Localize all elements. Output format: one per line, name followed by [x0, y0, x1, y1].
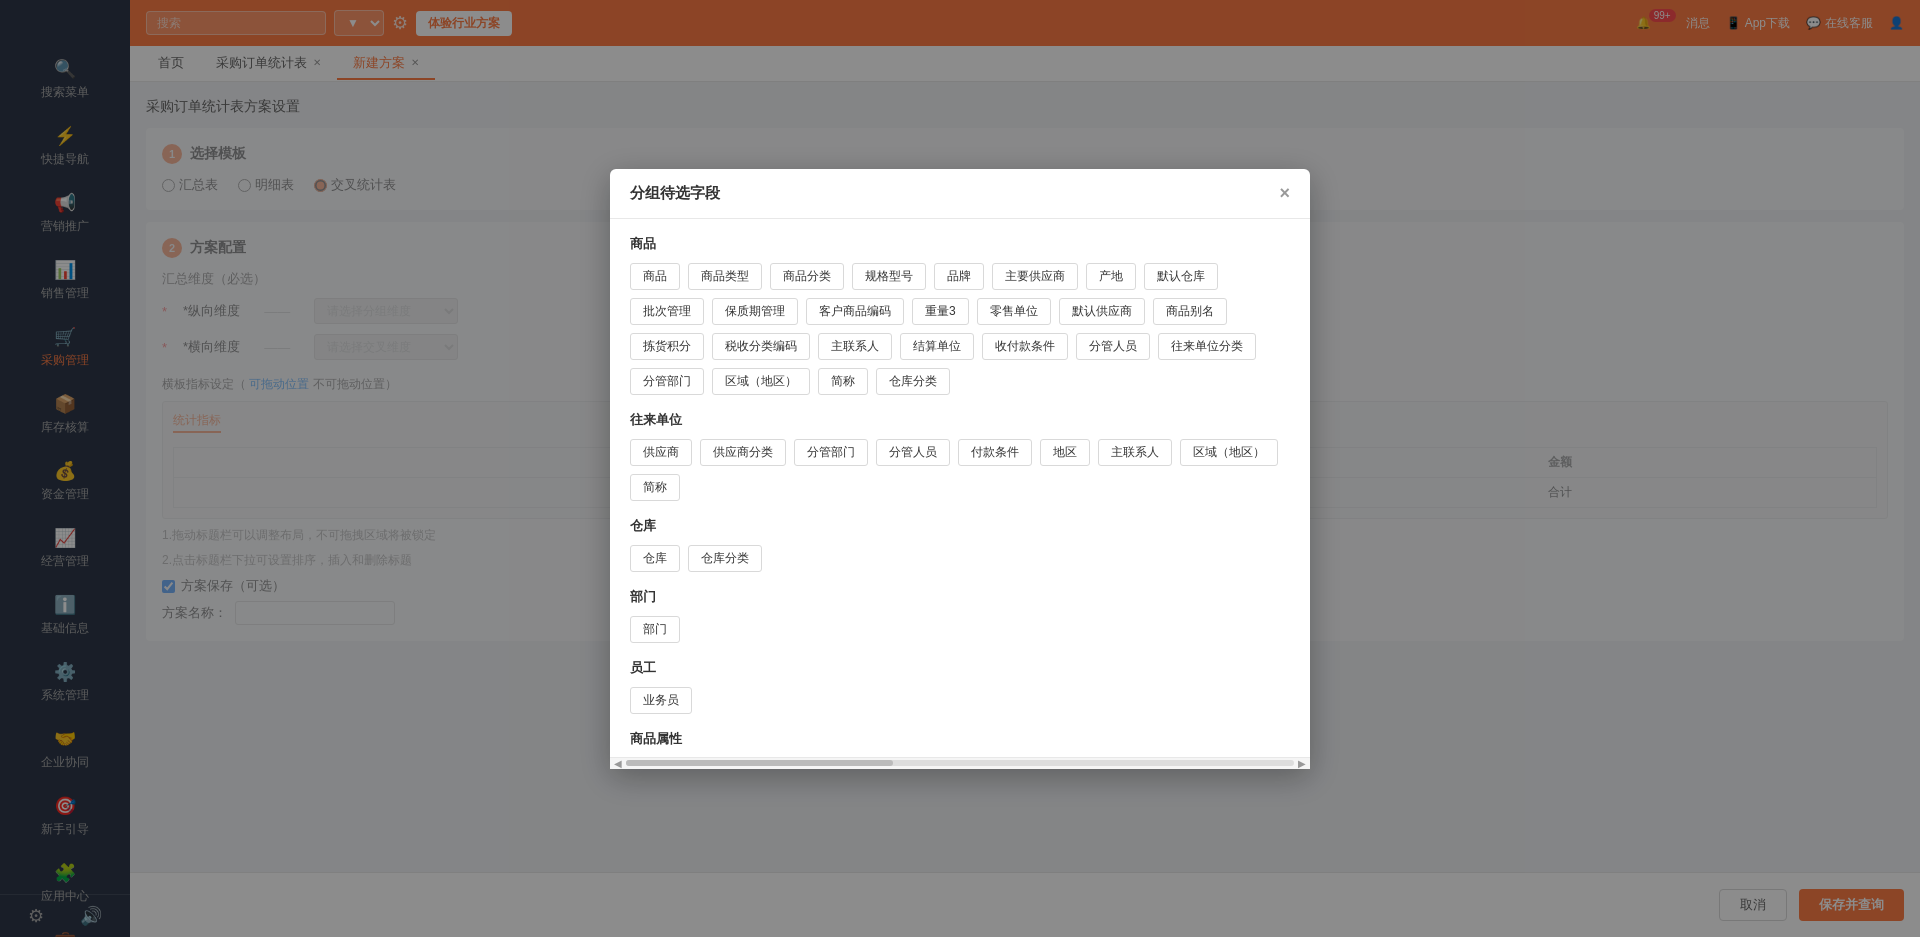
field-section-title-3: 部门 — [630, 588, 1290, 606]
field-tag-0-1[interactable]: 商品类型 — [688, 263, 762, 290]
field-tags-3: 部门 — [630, 616, 1290, 643]
field-section-5: 商品属性属性颜色多规格尺码鞋码1 — [630, 730, 1290, 757]
field-tag-1-4[interactable]: 付款条件 — [958, 439, 1032, 466]
field-tag-0-4[interactable]: 品牌 — [934, 263, 984, 290]
h-scrollbar-track — [626, 760, 1294, 766]
field-tag-0-0[interactable]: 商品 — [630, 263, 680, 290]
modal-overlay: 分组待选字段 × 商品商品商品类型商品分类规格型号品牌主要供应商产地默认仓库批次… — [0, 0, 1920, 937]
field-section-1: 往来单位供应商供应商分类分管部门分管人员付款条件地区主联系人区域（地区） 简称 — [630, 411, 1290, 501]
field-tag-0-17[interactable]: 主联系人 — [818, 333, 892, 360]
field-tag-0-25[interactable]: 仓库分类 — [876, 368, 950, 395]
field-tag-1-0[interactable]: 供应商 — [630, 439, 692, 466]
modal-horizontal-scrollbar[interactable]: ◀ ▶ — [610, 757, 1310, 769]
field-section-title-4: 员工 — [630, 659, 1290, 677]
field-tag-1-3[interactable]: 分管人员 — [876, 439, 950, 466]
field-tag-0-5[interactable]: 主要供应商 — [992, 263, 1078, 290]
field-tag-0-23[interactable]: 区域（地区） — [712, 368, 810, 395]
field-tag-0-2[interactable]: 商品分类 — [770, 263, 844, 290]
modal-dialog: 分组待选字段 × 商品商品商品类型商品分类规格型号品牌主要供应商产地默认仓库批次… — [610, 169, 1310, 769]
field-section-title-1: 往来单位 — [630, 411, 1290, 429]
field-tag-0-24[interactable]: 简称 — [818, 368, 868, 395]
field-tag-0-16[interactable]: 税收分类编码 — [712, 333, 810, 360]
field-tag-1-5[interactable]: 地区 — [1040, 439, 1090, 466]
field-tag-0-12[interactable]: 零售单位 — [977, 298, 1051, 325]
modal-close-button[interactable]: × — [1279, 183, 1290, 204]
field-section-title-5: 商品属性 — [630, 730, 1290, 748]
field-tags-0: 商品商品类型商品分类规格型号品牌主要供应商产地默认仓库批次管理保质期管理客户商品… — [630, 263, 1290, 395]
modal-body: 商品商品商品类型商品分类规格型号品牌主要供应商产地默认仓库批次管理保质期管理客户… — [610, 219, 1310, 757]
h-scrollbar-thumb — [626, 760, 893, 766]
field-tags-1: 供应商供应商分类分管部门分管人员付款条件地区主联系人区域（地区） 简称 — [630, 439, 1290, 501]
field-tag-1-8[interactable]: 简称 — [630, 474, 680, 501]
field-section-3: 部门部门 — [630, 588, 1290, 643]
field-tag-0-11[interactable]: 重量3 — [912, 298, 969, 325]
modal-header: 分组待选字段 × — [610, 169, 1310, 219]
field-tag-2-1[interactable]: 仓库分类 — [688, 545, 762, 572]
field-tag-1-2[interactable]: 分管部门 — [794, 439, 868, 466]
modal-title: 分组待选字段 — [630, 184, 720, 203]
field-tag-1-6[interactable]: 主联系人 — [1098, 439, 1172, 466]
field-tag-0-20[interactable]: 分管人员 — [1076, 333, 1150, 360]
field-tag-0-18[interactable]: 结算单位 — [900, 333, 974, 360]
field-tag-0-13[interactable]: 默认供应商 — [1059, 298, 1145, 325]
field-tag-0-7[interactable]: 默认仓库 — [1144, 263, 1218, 290]
field-tag-0-3[interactable]: 规格型号 — [852, 263, 926, 290]
field-section-0: 商品商品商品类型商品分类规格型号品牌主要供应商产地默认仓库批次管理保质期管理客户… — [630, 235, 1290, 395]
field-tag-0-8[interactable]: 批次管理 — [630, 298, 704, 325]
field-tag-0-15[interactable]: 拣货积分 — [630, 333, 704, 360]
field-tags-2: 仓库仓库分类 — [630, 545, 1290, 572]
field-section-title-2: 仓库 — [630, 517, 1290, 535]
field-tag-3-0[interactable]: 部门 — [630, 616, 680, 643]
field-tag-1-1[interactable]: 供应商分类 — [700, 439, 786, 466]
field-section-title-0: 商品 — [630, 235, 1290, 253]
field-tag-0-10[interactable]: 客户商品编码 — [806, 298, 904, 325]
field-tag-0-19[interactable]: 收付款条件 — [982, 333, 1068, 360]
field-section-2: 仓库仓库仓库分类 — [630, 517, 1290, 572]
field-tag-0-9[interactable]: 保质期管理 — [712, 298, 798, 325]
field-tag-1-7[interactable]: 区域（地区） — [1180, 439, 1278, 466]
field-tag-4-0[interactable]: 业务员 — [630, 687, 692, 714]
field-tags-4: 业务员 — [630, 687, 1290, 714]
field-section-4: 员工业务员 — [630, 659, 1290, 714]
field-tag-0-21[interactable]: 往来单位分类 — [1158, 333, 1256, 360]
field-tag-0-22[interactable]: 分管部门 — [630, 368, 704, 395]
field-tag-0-6[interactable]: 产地 — [1086, 263, 1136, 290]
field-tag-0-14[interactable]: 商品别名 — [1153, 298, 1227, 325]
field-tag-2-0[interactable]: 仓库 — [630, 545, 680, 572]
